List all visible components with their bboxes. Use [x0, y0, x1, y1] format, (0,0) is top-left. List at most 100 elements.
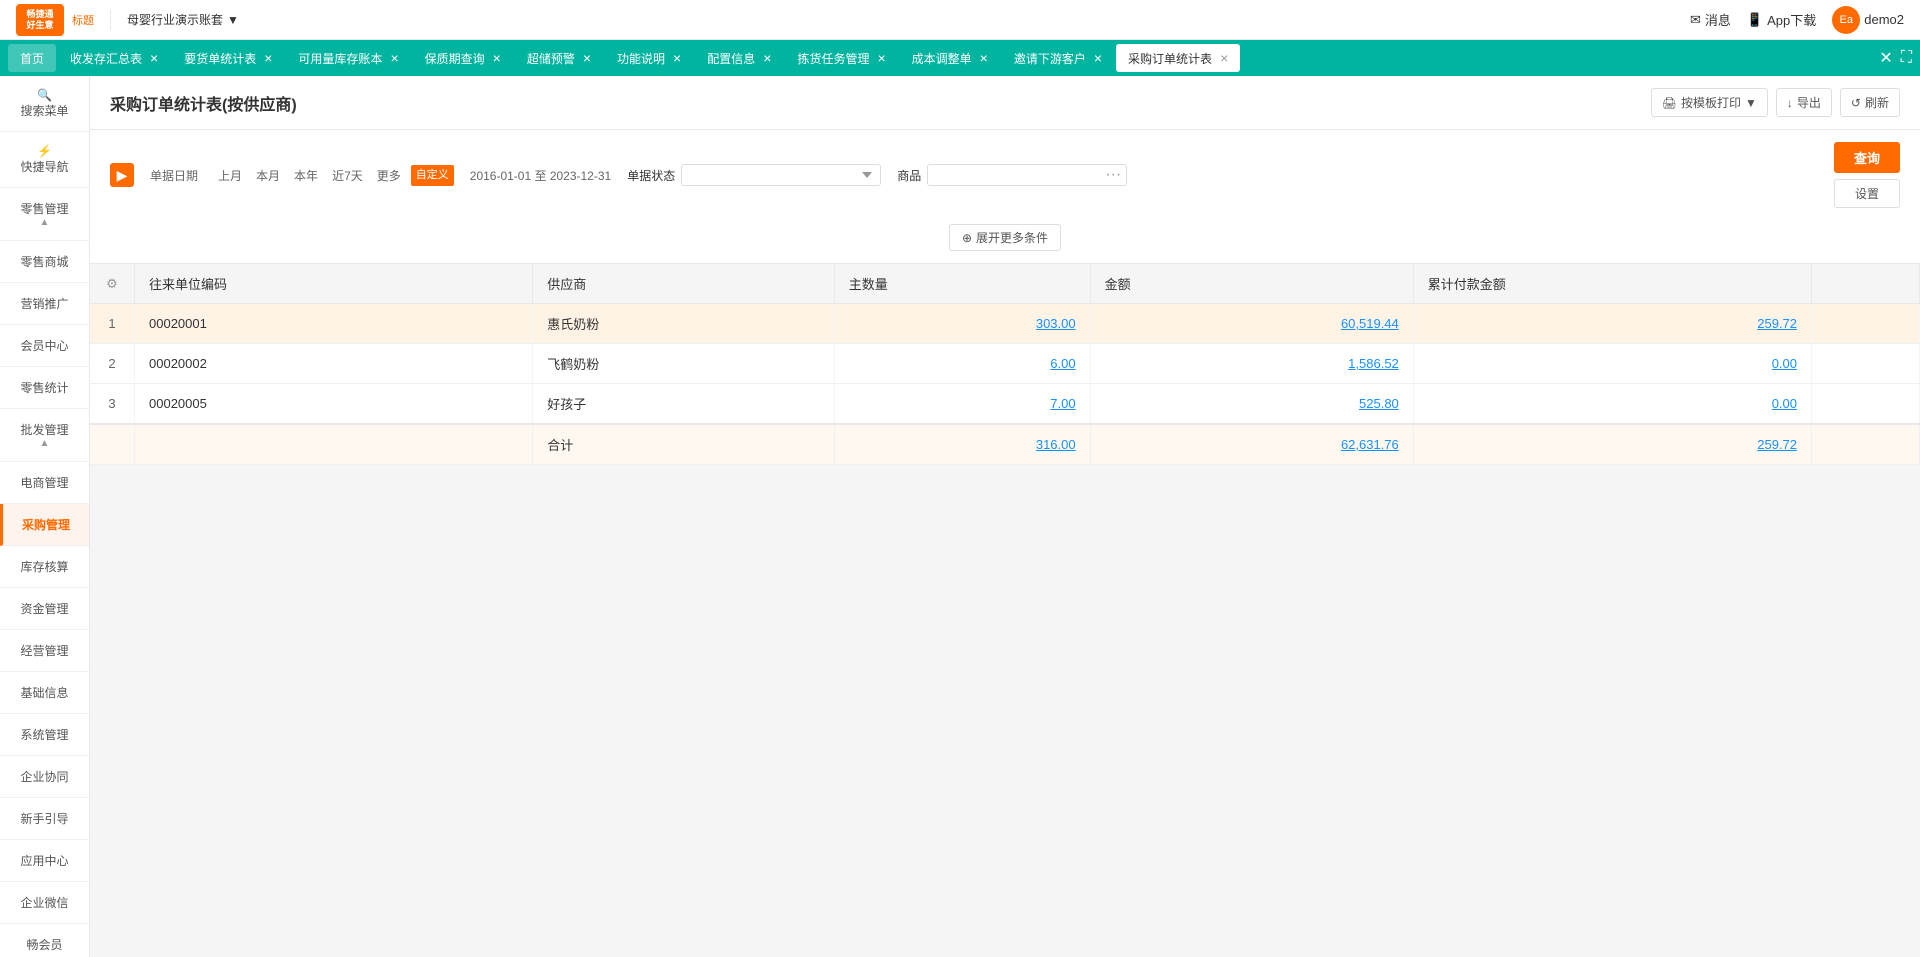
expand-more-button[interactable]: ⊕ 展开更多条件 [949, 224, 1061, 251]
table-header-row: ⚙ 往来单位编码 供应商 主数量 金额 累计付款金额 [90, 264, 1920, 304]
tab-keyong[interactable]: 可用量库存账本 × [286, 44, 410, 72]
status-select[interactable] [681, 164, 881, 186]
tab-peizhi[interactable]: 配置信息 × [695, 44, 783, 72]
breadcrumb-chevron-icon: ▼ [227, 13, 239, 27]
tab-baozhi-close-icon[interactable]: × [493, 50, 501, 66]
sidebar-item-system[interactable]: 系统管理 [0, 714, 89, 756]
sidebar-item-retail-stats[interactable]: 零售统计 [0, 367, 89, 409]
col-settings[interactable]: ⚙ [90, 264, 135, 304]
tab-chaochuyujing[interactable]: 超储预警 × [515, 44, 603, 72]
row-paid[interactable]: 259.72 [1413, 304, 1811, 344]
sidebar-item-finance[interactable]: 资金管理 [0, 588, 89, 630]
tab-chaochuyujing-close-icon[interactable]: × [583, 50, 591, 66]
date-shortcut-more[interactable]: 更多 [373, 165, 405, 186]
sidebar-item-member[interactable]: 会员中心 [0, 325, 89, 367]
row-paid[interactable]: 0.00 [1413, 344, 1811, 384]
tab-jianhuo[interactable]: 拣货任务管理 × [785, 44, 897, 72]
footer-row: 合计 316.00 62,631.76 259.72 [90, 424, 1920, 465]
sidebar-item-wholesale[interactable]: 批发管理 ▲ [0, 409, 89, 462]
export-button[interactable]: ↓ 导出 [1776, 88, 1832, 117]
sidebar-item-operations[interactable]: 经营管理 [0, 630, 89, 672]
sidebar-item-enterprise[interactable]: 企业协同 [0, 756, 89, 798]
retail-mgmt-label: 零售管理 [4, 200, 85, 217]
sidebar-item-app-center[interactable]: 应用中心 [0, 840, 89, 882]
tab-caigou-label: 采购订单统计表 [1128, 50, 1212, 67]
column-settings-icon[interactable]: ⚙ [104, 276, 120, 292]
tab-yaohuo-close-icon[interactable]: × [264, 50, 272, 66]
tab-gongneng[interactable]: 功能说明 × [605, 44, 693, 72]
search-button[interactable]: 查询 [1834, 142, 1900, 173]
search-action-group: 查询 设置 [1834, 142, 1900, 208]
tab-chengben[interactable]: 成本调整单 × [900, 44, 1000, 72]
dropdown-chevron-icon: ▼ [1745, 96, 1757, 110]
setting-button[interactable]: 设置 [1834, 179, 1900, 208]
sidebar-item-quick-nav[interactable]: ⚡ 快捷导航 [0, 132, 89, 188]
tab-caigou-active[interactable]: 采购订单统计表 × [1116, 44, 1240, 72]
export-label: 导出 [1797, 94, 1821, 111]
table-row[interactable]: 3 00020005 好孩子 7.00 525.80 0.00 [90, 384, 1920, 425]
row-quantity[interactable]: 303.00 [834, 304, 1090, 344]
wechat-label: 企业微信 [4, 894, 85, 911]
date-shortcut-7days[interactable]: 近7天 [328, 165, 367, 186]
tab-baozhi[interactable]: 保质期查询 × [413, 44, 513, 72]
guide-label: 新手引导 [4, 810, 85, 827]
tab-jianhuo-close-icon[interactable]: × [877, 50, 885, 66]
row-quantity[interactable]: 6.00 [834, 344, 1090, 384]
tab-home[interactable]: 首页 [8, 44, 56, 72]
mobile-icon: 📱 [1747, 12, 1763, 28]
user-profile[interactable]: Ea demo2 [1832, 6, 1904, 34]
refresh-button[interactable]: ↺ 刷新 [1840, 88, 1900, 117]
table-row[interactable]: 1 00020001 惠氏奶粉 303.00 60,519.44 259.72 [90, 304, 1920, 344]
sidebar-item-search[interactable]: 🔍 搜索菜单 [0, 76, 89, 132]
col-extra [1812, 264, 1920, 304]
row-quantity[interactable]: 7.00 [834, 384, 1090, 425]
tab-shoufacun-close-icon[interactable]: × [150, 50, 158, 66]
goods-more-icon[interactable]: ··· [1105, 166, 1121, 184]
inventory-label: 库存核算 [4, 558, 85, 575]
sidebar-item-purchase[interactable]: 采购管理 [0, 504, 89, 546]
date-custom-tag[interactable]: 自定义 [411, 165, 454, 186]
table-row[interactable]: 2 00020002 飞鹤奶粉 6.00 1,586.52 0.00 [90, 344, 1920, 384]
tab-yaoqing-close-icon[interactable]: × [1094, 50, 1102, 66]
date-shortcut-last-month[interactable]: 上月 [214, 165, 246, 186]
date-shortcut-this-year[interactable]: 本年 [290, 165, 322, 186]
sidebar-item-ecommerce[interactable]: 电商管理 [0, 462, 89, 504]
tab-yaohuo[interactable]: 要货单统计表 × [172, 44, 284, 72]
date-shortcut-this-month[interactable]: 本月 [252, 165, 284, 186]
tab-chengben-close-icon[interactable]: × [980, 50, 988, 66]
tab-peizhi-close-icon[interactable]: × [763, 50, 771, 66]
tab-shoufacun[interactable]: 收发存汇总表 × [58, 44, 170, 72]
data-table: ⚙ 往来单位编码 供应商 主数量 金额 累计付款金额 1 00020001 [90, 264, 1920, 465]
app-download-button[interactable]: 📱 App下载 [1747, 10, 1816, 29]
close-all-tabs-icon[interactable]: ✕ [1879, 48, 1892, 68]
row-extra [1812, 304, 1920, 344]
sidebar-item-retail-mall[interactable]: 零售商城 [0, 241, 89, 283]
row-amount[interactable]: 60,519.44 [1090, 304, 1413, 344]
date-range-text: 2016-01-01 至 2023-12-31 [470, 167, 611, 184]
top-bar: 畅捷通好生意 标题 母婴行业演示账套 ▼ ✉ 消息 📱 App下载 Ea dem… [0, 0, 1920, 40]
row-amount[interactable]: 525.80 [1090, 384, 1413, 425]
maximize-icon[interactable]: ⛶ [1901, 49, 1912, 67]
tab-keyong-close-icon[interactable]: × [390, 50, 398, 66]
row-paid[interactable]: 0.00 [1413, 384, 1811, 425]
sidebar-item-guide[interactable]: 新手引导 [0, 798, 89, 840]
sidebar-item-vip[interactable]: 畅会员 [0, 924, 89, 957]
sidebar-item-inventory[interactable]: 库存核算 [0, 546, 89, 588]
row-amount[interactable]: 1,586.52 [1090, 344, 1413, 384]
expand-more-label: 展开更多条件 [976, 229, 1048, 246]
col-paid: 累计付款金额 [1413, 264, 1811, 304]
message-button[interactable]: ✉ 消息 [1690, 10, 1731, 29]
goods-input[interactable] [927, 164, 1127, 186]
filter-toggle-button[interactable]: ▶ [110, 163, 134, 187]
tab-caigou-close-icon[interactable]: × [1220, 50, 1228, 66]
template-print-button[interactable]: 🖨 按模板打印 ▼ [1651, 88, 1768, 117]
operations-label: 经营管理 [4, 642, 85, 659]
sidebar-item-retail-mgmt[interactable]: 零售管理 ▲ [0, 188, 89, 241]
sidebar-item-basic-info[interactable]: 基础信息 [0, 672, 89, 714]
tab-gongneng-close-icon[interactable]: × [673, 50, 681, 66]
sidebar-item-marketing[interactable]: 营销推广 [0, 283, 89, 325]
tab-yaoqing[interactable]: 邀请下游客户 × [1002, 44, 1114, 72]
sidebar-item-wechat[interactable]: 企业微信 [0, 882, 89, 924]
breadcrumb-dropdown[interactable]: 母婴行业演示账套 ▼ [127, 11, 239, 28]
goods-input-wrap: ··· [927, 164, 1127, 186]
